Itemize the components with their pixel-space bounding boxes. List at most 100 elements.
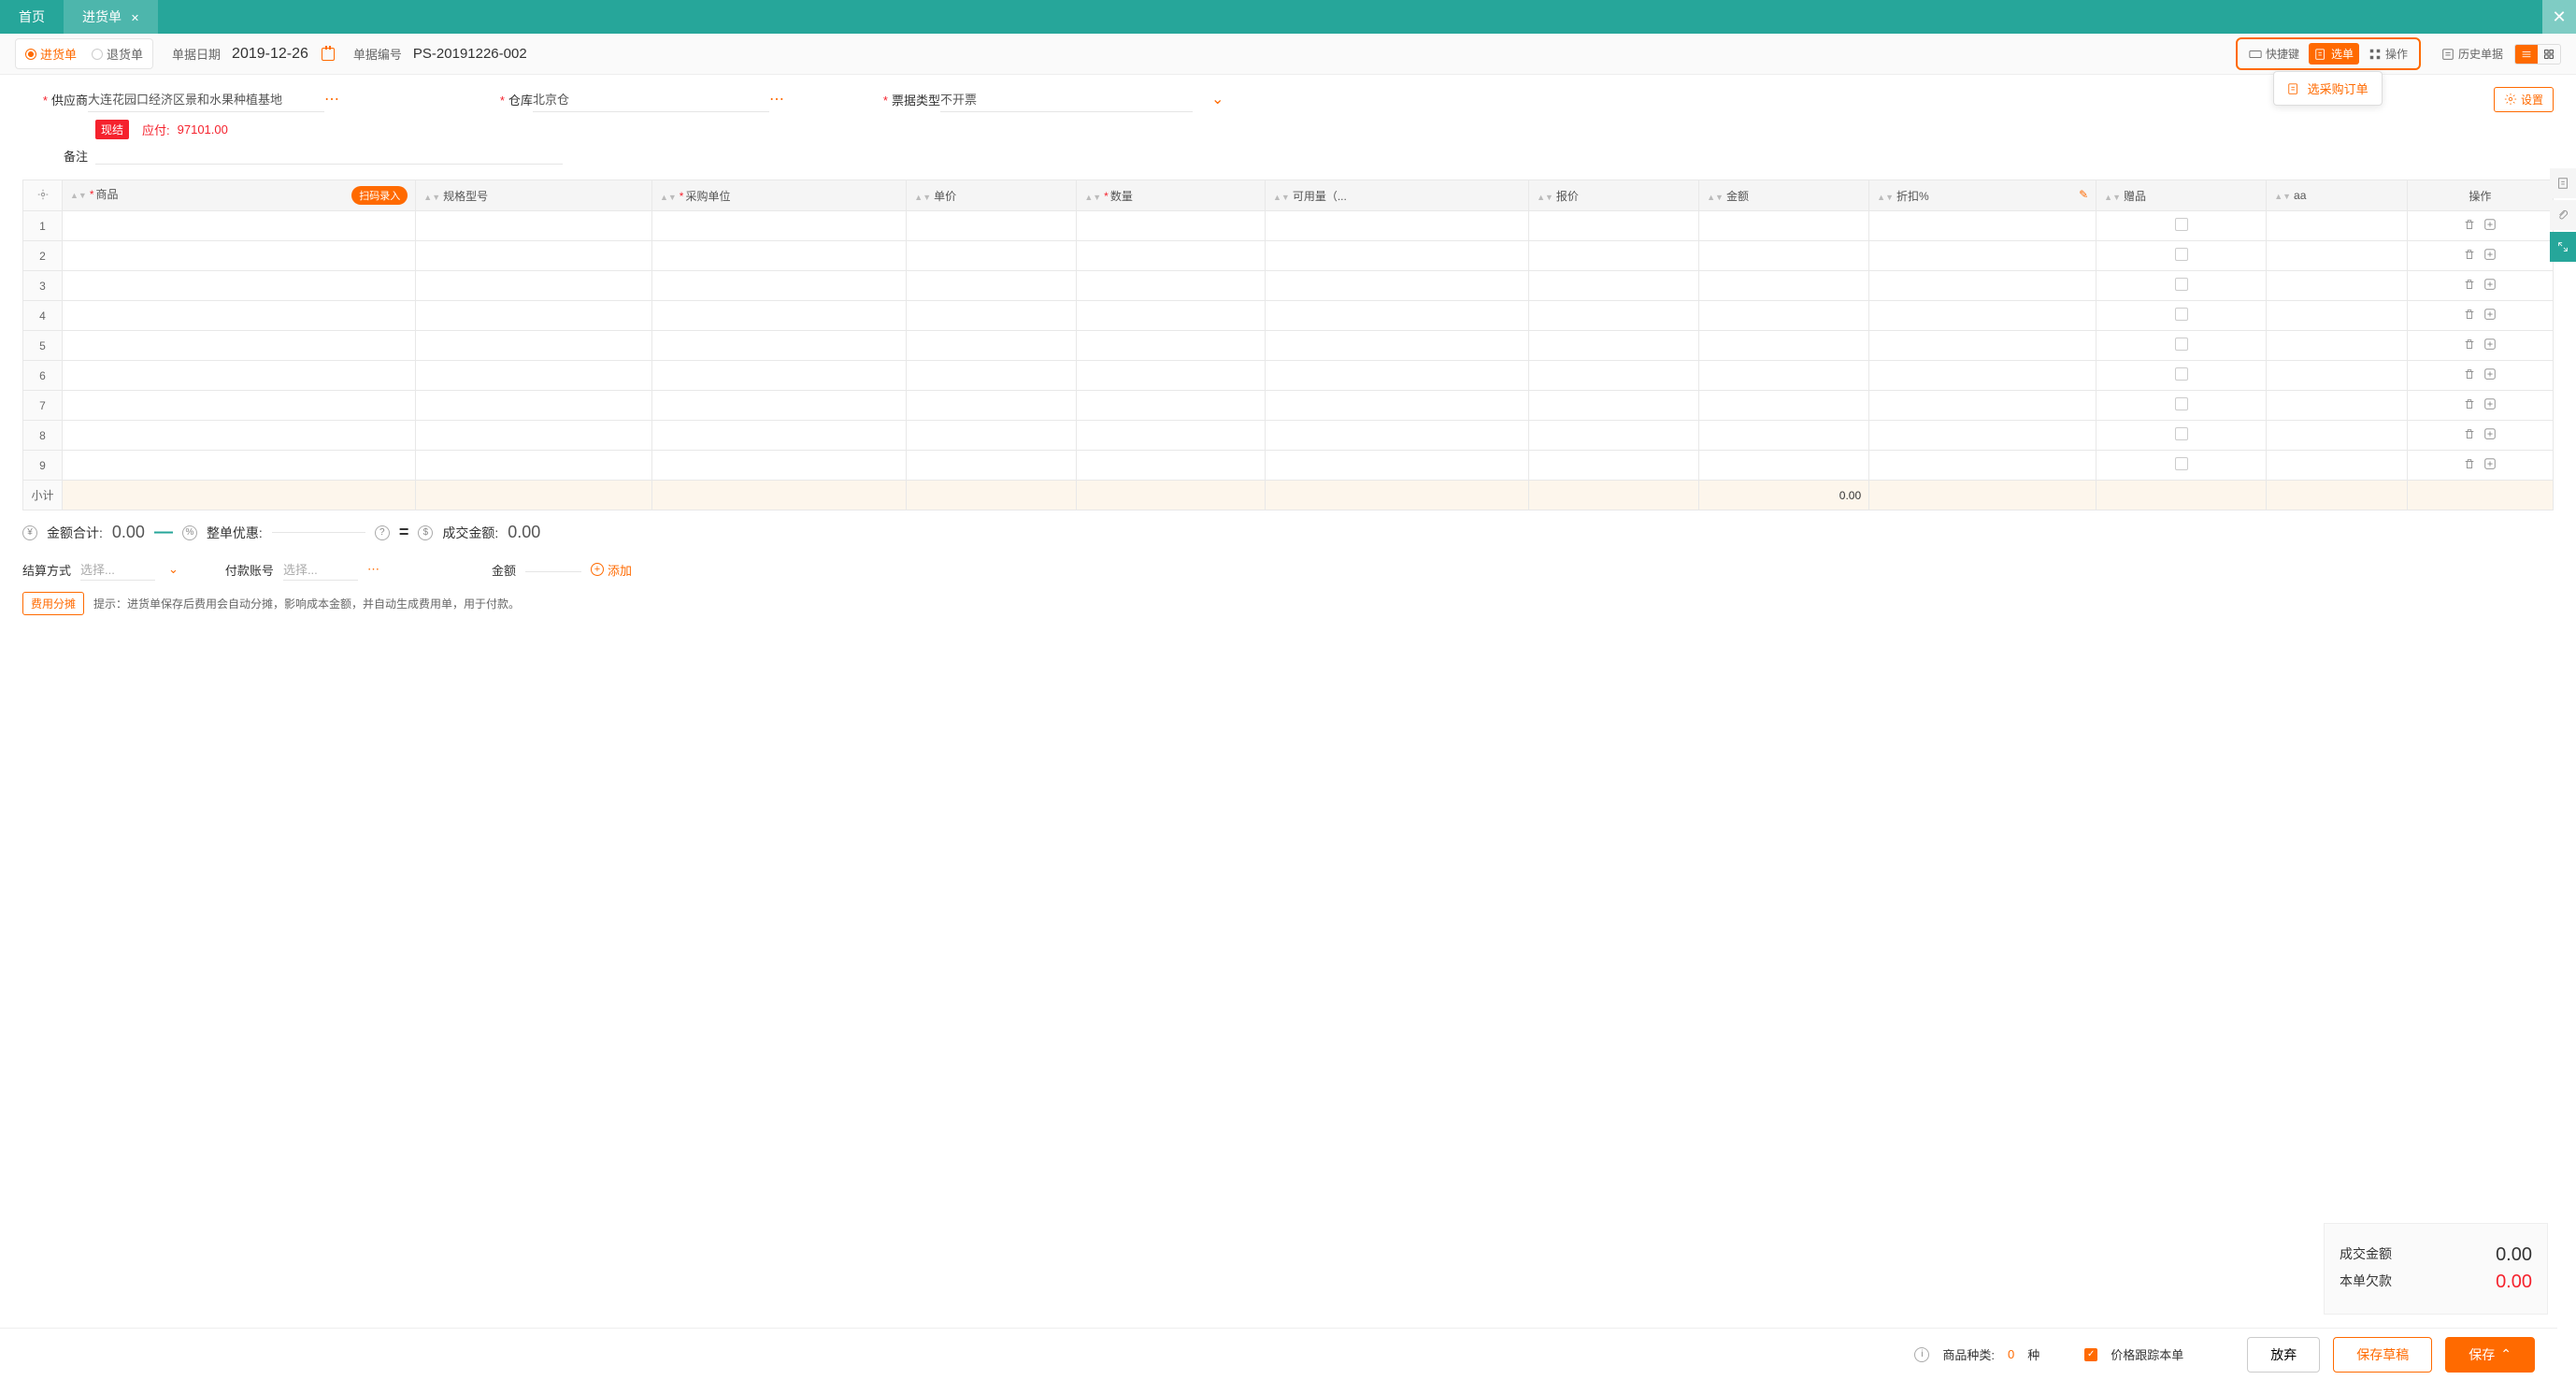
scan-button[interactable]: 扫码录入 xyxy=(351,186,408,205)
col-aa[interactable]: ▲▼aa xyxy=(2267,180,2408,211)
track-checkbox[interactable]: ✓ xyxy=(2084,1348,2097,1361)
col-avail[interactable]: ▲▼可用量（... xyxy=(1265,180,1528,211)
fee-allocation-button[interactable]: 费用分摊 xyxy=(22,592,84,615)
supplier-field[interactable]: 大连花园口经济区景和水果种植基地 xyxy=(88,86,324,112)
more-icon[interactable]: ⋯ xyxy=(324,90,340,108)
doc-tab-return[interactable]: 退货单 xyxy=(86,43,149,65)
grid-icon xyxy=(2368,48,2382,61)
add-payment-button[interactable]: + 添加 xyxy=(591,561,632,579)
add-row-button[interactable] xyxy=(2483,278,2497,294)
table-row[interactable]: 3 xyxy=(23,271,2554,301)
table-row[interactable]: 4 xyxy=(23,301,2554,331)
history-button[interactable]: 历史单据 xyxy=(2436,43,2509,65)
table-row[interactable]: 1 xyxy=(23,211,2554,241)
select-purchase-order-popup[interactable]: 选采购订单 xyxy=(2273,71,2383,106)
pay-account-select[interactable]: 选择... xyxy=(283,558,358,581)
table-row[interactable]: 7 xyxy=(23,391,2554,421)
gift-checkbox[interactable] xyxy=(2175,278,2188,291)
delete-row-button[interactable] xyxy=(2463,338,2476,353)
totals-bar: ¥ 金额合计: 0.00 — % 整单优惠: ? = $ 成交金额: 0.00 xyxy=(0,510,2576,554)
gift-checkbox[interactable] xyxy=(2175,427,2188,440)
add-row-button[interactable] xyxy=(2483,248,2497,264)
col-gift[interactable]: ▲▼赠品 xyxy=(2097,180,2267,211)
delete-row-button[interactable] xyxy=(2463,457,2476,473)
hotkey-button[interactable]: 快捷键 xyxy=(2243,43,2305,65)
gift-checkbox[interactable] xyxy=(2175,308,2188,321)
side-expand-button[interactable] xyxy=(2550,232,2576,262)
delete-row-button[interactable] xyxy=(2463,427,2476,443)
list-icon xyxy=(2441,48,2454,61)
tab-label: 进货单 xyxy=(82,9,122,24)
gift-checkbox[interactable] xyxy=(2175,338,2188,351)
date-value[interactable]: 2019-12-26 xyxy=(232,46,308,63)
remark-field[interactable] xyxy=(95,148,563,165)
delete-row-button[interactable] xyxy=(2463,278,2476,294)
add-row-button[interactable] xyxy=(2483,427,2497,443)
close-icon[interactable]: ✕ xyxy=(131,13,139,24)
sort-icon: ▲▼ xyxy=(914,194,931,200)
due-amount: 97101.00 xyxy=(178,122,228,137)
summary-box: 成交金额0.00 本单欠款0.00 xyxy=(2324,1223,2548,1315)
table-row[interactable]: 5 xyxy=(23,331,2554,361)
chevron-down-icon[interactable]: ⌄ xyxy=(168,562,179,577)
doc-tab-purchase[interactable]: 进货单 xyxy=(20,43,82,65)
col-product[interactable]: ▲▼*商品扫码录入 xyxy=(63,180,416,211)
add-row-button[interactable] xyxy=(2483,218,2497,234)
gift-checkbox[interactable] xyxy=(2175,248,2188,261)
delete-row-button[interactable] xyxy=(2463,397,2476,413)
add-row-button[interactable] xyxy=(2483,397,2497,413)
pay-method-select[interactable]: 选择... xyxy=(80,558,155,581)
help-icon[interactable]: ? xyxy=(375,525,390,540)
col-settings[interactable] xyxy=(23,180,63,211)
gear-icon xyxy=(2504,93,2517,106)
add-row-button[interactable] xyxy=(2483,338,2497,353)
select-doc-button[interactable]: 选单 xyxy=(2309,43,2359,65)
delete-row-button[interactable] xyxy=(2463,367,2476,383)
subtotal-label: 小计 xyxy=(23,481,63,510)
side-note-button[interactable] xyxy=(2550,168,2576,198)
view-grid-button[interactable] xyxy=(2538,45,2560,64)
add-row-button[interactable] xyxy=(2483,308,2497,323)
save-button[interactable]: 保存 ⌃ xyxy=(2445,1337,2535,1373)
add-row-button[interactable] xyxy=(2483,367,2497,383)
gift-checkbox[interactable] xyxy=(2175,218,2188,231)
pay-account-label: 付款账号 xyxy=(225,561,274,579)
whole-discount-field[interactable] xyxy=(272,532,365,533)
more-icon[interactable]: ⋯ xyxy=(367,562,379,577)
window-close-button[interactable]: ✕ xyxy=(2542,0,2576,34)
settings-button[interactable]: 设置 xyxy=(2494,87,2554,112)
delete-row-button[interactable] xyxy=(2463,218,2476,234)
gift-checkbox[interactable] xyxy=(2175,457,2188,470)
col-unit[interactable]: ▲▼*采购单位 xyxy=(651,180,906,211)
add-row-button[interactable] xyxy=(2483,457,2497,473)
tab-home[interactable]: 首页 xyxy=(0,0,64,34)
col-qty[interactable]: ▲▼*数量 xyxy=(1077,180,1266,211)
invoice-type-field[interactable]: 不开票 xyxy=(940,86,1193,112)
col-amount[interactable]: ▲▼金额 xyxy=(1699,180,1869,211)
tab-purchase[interactable]: 进货单 ✕ xyxy=(64,0,158,34)
gift-checkbox[interactable] xyxy=(2175,367,2188,381)
gift-checkbox[interactable] xyxy=(2175,397,2188,410)
delete-row-button[interactable] xyxy=(2463,248,2476,264)
col-price[interactable]: ▲▼单价 xyxy=(907,180,1077,211)
warehouse-field[interactable]: 北京仓 xyxy=(533,86,769,112)
side-attach-button[interactable] xyxy=(2550,200,2576,230)
expand-chevron-icon[interactable]: ⌄ xyxy=(1211,90,1224,108)
view-list-button[interactable] xyxy=(2515,45,2538,64)
pay-amount-field[interactable] xyxy=(525,568,581,572)
table-row[interactable]: 9 xyxy=(23,451,2554,481)
col-quote[interactable]: ▲▼报价 xyxy=(1529,180,1699,211)
table-row[interactable]: 8 xyxy=(23,421,2554,451)
operations-button[interactable]: 操作 xyxy=(2363,43,2413,65)
col-spec[interactable]: ▲▼规格型号 xyxy=(416,180,652,211)
discard-button[interactable]: 放弃 xyxy=(2247,1337,2320,1373)
more-icon[interactable]: ⋯ xyxy=(769,90,785,108)
col-discount[interactable]: ▲▼折扣%✎ xyxy=(1869,180,2097,211)
calendar-icon[interactable] xyxy=(322,48,335,61)
chevron-up-icon: ⌃ xyxy=(2500,1346,2512,1362)
save-draft-button[interactable]: 保存草稿 xyxy=(2333,1337,2432,1373)
table-row[interactable]: 2 xyxy=(23,241,2554,271)
delete-row-button[interactable] xyxy=(2463,308,2476,323)
table-row[interactable]: 6 xyxy=(23,361,2554,391)
edit-icon[interactable]: ✎ xyxy=(2079,188,2088,201)
